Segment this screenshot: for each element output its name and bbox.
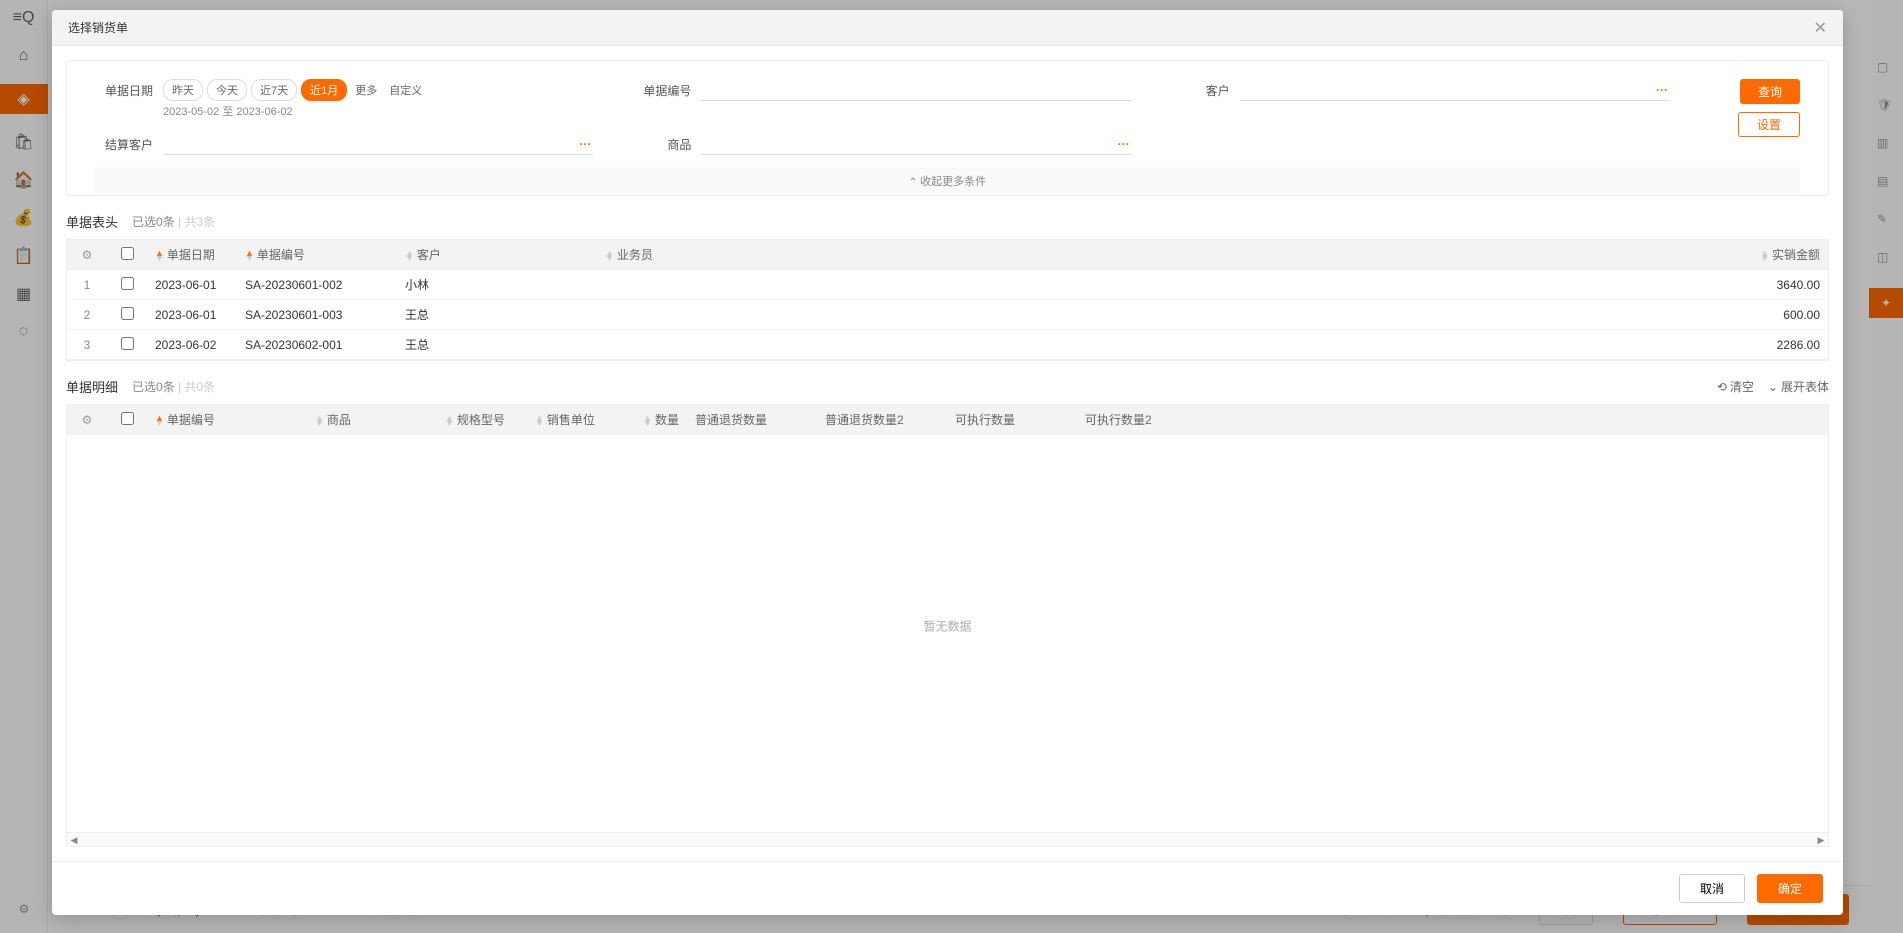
filter-panel: 单据日期 昨天 今天 近7天 近1月 更多 自定义 2023-05-02 至	[66, 60, 1829, 196]
table-row[interactable]: 1 2023-06-01SA-20230601-002小林 3640.00	[67, 270, 1828, 300]
filter-product-label: 商品	[633, 133, 701, 153]
gear-icon[interactable]: ⚙	[67, 405, 107, 435]
row-checkbox[interactable]	[121, 277, 134, 290]
dcol-qty[interactable]: 数量	[655, 413, 679, 427]
product-picker-icon[interactable]: ···	[1118, 137, 1130, 151]
cell-customer: 王总	[397, 300, 597, 330]
row-index: 3	[67, 330, 107, 360]
settle-customer-input[interactable]	[163, 133, 593, 155]
dcol-unit[interactable]: 销售单位	[547, 413, 595, 427]
cell-date: 2023-06-01	[147, 270, 237, 300]
settle-picker-icon[interactable]: ···	[579, 137, 591, 151]
date-tab-yesterday[interactable]: 昨天	[163, 79, 203, 101]
cell-no: SA-20230601-003	[237, 300, 397, 330]
query-button[interactable]: 查询	[1740, 79, 1800, 104]
settings-button[interactable]: 设置	[1738, 112, 1800, 137]
detail-section-head: 单据明细 已选0条 | 共0条 ⟲清空 ⌄展开表体	[66, 377, 1829, 396]
row-index: 1	[67, 270, 107, 300]
filter-customer-label: 客户	[1172, 79, 1240, 99]
cell-no: SA-20230601-002	[237, 270, 397, 300]
filter-date: 单据日期 昨天 今天 近7天 近1月 更多 自定义 2023-05-02 至	[95, 79, 593, 119]
header-section-title: 单据表头	[66, 212, 118, 231]
gear-icon[interactable]: ⚙	[67, 240, 107, 270]
filter-docno-label: 单据编号	[633, 79, 701, 99]
cell-salesman	[597, 330, 687, 360]
close-icon[interactable]: ✕	[1814, 18, 1827, 38]
table-row[interactable]: 3 2023-06-02SA-20230602-001王总 2286.00	[67, 330, 1828, 360]
dcol-spec[interactable]: 规格型号	[457, 413, 505, 427]
expand-button[interactable]: ⌄展开表体	[1768, 378, 1829, 395]
select-all-checkbox[interactable]	[121, 247, 134, 260]
filter-date-label: 单据日期	[95, 79, 163, 99]
filter-docno: 单据编号	[633, 79, 1131, 119]
cell-amount: 2286.00	[1738, 330, 1828, 360]
filter-settle-customer: 结算客户 ···	[95, 133, 593, 155]
row-index: 2	[67, 300, 107, 330]
col-amount[interactable]: 实销金额	[1772, 248, 1820, 262]
header-table-wrap: ⚙ ▲▼单据日期 ▲▼单据编号 ▲▼客户 ▲▼业务员 ▲▼实销金额 12023-…	[66, 239, 1829, 361]
customer-input[interactable]	[1240, 79, 1670, 101]
ok-button[interactable]: 确定	[1757, 874, 1823, 903]
filter-settle-label: 结算客户	[95, 133, 163, 153]
cell-no: SA-20230602-001	[237, 330, 397, 360]
select-sales-order-modal: 选择销货单 ✕ 单据日期 昨天 今天 近7天 近1月 更多 自定义	[52, 10, 1843, 915]
table-row[interactable]: 2 2023-06-01SA-20230601-003王总 600.00	[67, 300, 1828, 330]
modal-header: 选择销货单 ✕	[52, 10, 1843, 46]
clear-button[interactable]: ⟲清空	[1717, 378, 1754, 395]
product-input[interactable]	[701, 133, 1131, 155]
modal-footer: 取消 确定	[52, 861, 1843, 915]
dcol-execqty[interactable]: 可执行数量	[955, 413, 1015, 427]
dcol-execqty2[interactable]: 可执行数量2	[1085, 413, 1152, 427]
cell-date: 2023-06-02	[147, 330, 237, 360]
dcol-product[interactable]: 商品	[327, 413, 351, 427]
cell-salesman	[597, 270, 687, 300]
date-tab-today[interactable]: 今天	[207, 79, 247, 101]
detail-table: ⚙ ▲▼单据编号 ▲▼商品 ▲▼规格型号 ▲▼销售单位 ▲▼数量 普通退货数量 …	[67, 405, 1828, 435]
clear-icon: ⟲	[1717, 380, 1727, 394]
date-tab-more[interactable]: 更多	[351, 80, 381, 100]
cell-amount: 3640.00	[1738, 270, 1828, 300]
collapse-filters[interactable]: 收起更多条件	[95, 167, 1800, 195]
scroll-left-icon[interactable]: ◀	[67, 833, 81, 847]
date-range: 2023-05-02 至 2023-06-02	[163, 103, 593, 119]
dcol-retqty2[interactable]: 普通退货数量2	[825, 413, 904, 427]
dcol-retqty[interactable]: 普通退货数量	[695, 413, 767, 427]
row-checkbox[interactable]	[121, 307, 134, 320]
row-checkbox[interactable]	[121, 337, 134, 350]
cell-customer: 小林	[397, 270, 597, 300]
cell-customer: 王总	[397, 330, 597, 360]
cell-date: 2023-06-01	[147, 300, 237, 330]
modal-title: 选择销货单	[68, 19, 128, 36]
empty-placeholder: 暂无数据	[923, 617, 971, 634]
header-table: ⚙ ▲▼单据日期 ▲▼单据编号 ▲▼客户 ▲▼业务员 ▲▼实销金额 12023-…	[67, 240, 1828, 360]
date-tab-last1m[interactable]: 近1月	[301, 79, 347, 101]
col-customer[interactable]: 客户	[417, 248, 441, 262]
filter-product: 商品 ···	[633, 133, 1131, 155]
docno-input[interactable]	[701, 79, 1131, 101]
date-tab-custom[interactable]: 自定义	[385, 80, 426, 100]
cell-amount: 600.00	[1738, 300, 1828, 330]
detail-section-title: 单据明细	[66, 377, 118, 396]
header-section-head: 单据表头 已选0条 | 共3条	[66, 212, 1829, 231]
detail-select-all-checkbox[interactable]	[121, 412, 134, 425]
expand-icon: ⌄	[1768, 380, 1778, 394]
col-salesman[interactable]: 业务员	[617, 248, 653, 262]
horizontal-scrollbar[interactable]: ◀ ▶	[67, 832, 1828, 846]
cell-salesman	[597, 300, 687, 330]
scroll-right-icon[interactable]: ▶	[1814, 833, 1828, 847]
detail-table-wrap: ⚙ ▲▼单据编号 ▲▼商品 ▲▼规格型号 ▲▼销售单位 ▲▼数量 普通退货数量 …	[66, 404, 1829, 847]
date-tab-last7[interactable]: 近7天	[251, 79, 297, 101]
col-no[interactable]: 单据编号	[257, 248, 305, 262]
customer-picker-icon[interactable]: ···	[1656, 83, 1668, 97]
modal-body: 单据日期 昨天 今天 近7天 近1月 更多 自定义 2023-05-02 至	[52, 46, 1843, 861]
col-date[interactable]: 单据日期	[167, 248, 215, 262]
filter-customer: 客户 ···	[1172, 79, 1670, 119]
cancel-button[interactable]: 取消	[1679, 874, 1745, 903]
dcol-no[interactable]: 单据编号	[167, 413, 215, 427]
